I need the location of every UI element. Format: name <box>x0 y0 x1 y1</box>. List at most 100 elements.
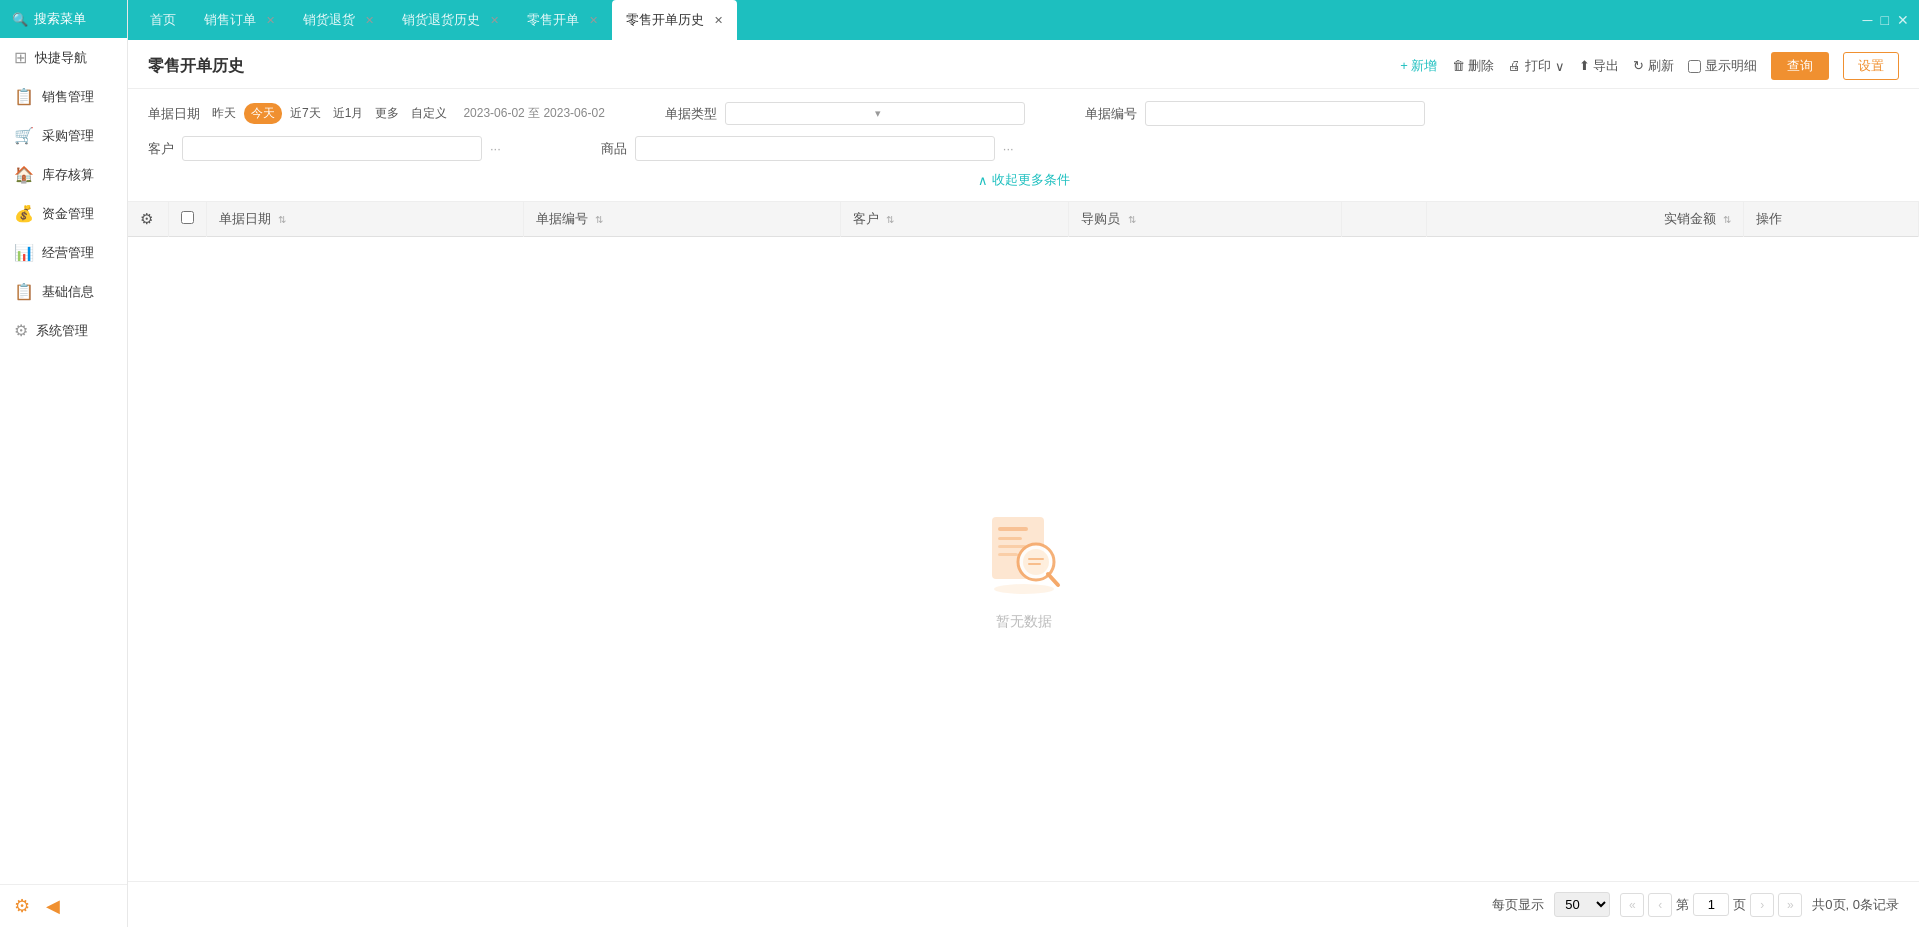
total-info: 共0页, 0条记录 <box>1812 896 1899 914</box>
tab-sales-return[interactable]: 销货退货 ✕ <box>289 0 388 40</box>
window-controls: ─ □ ✕ <box>1863 12 1909 28</box>
empty-icon <box>974 507 1074 597</box>
next-page-btn[interactable]: › <box>1750 893 1774 917</box>
tab-retail-open-history[interactable]: 零售开单历史 ✕ <box>612 0 737 40</box>
sys-icon: ⚙ <box>14 321 28 340</box>
window-maximize[interactable]: □ <box>1881 12 1889 28</box>
sidebar-search-btn[interactable]: 🔍 搜索菜单 <box>0 0 127 38</box>
date-yesterday[interactable]: 昨天 <box>208 104 240 123</box>
query-button[interactable]: 查询 <box>1771 52 1829 80</box>
page-suffix-label: 页 <box>1733 896 1746 914</box>
sidebar-item-ops-mgmt[interactable]: 📊 经营管理 <box>0 233 127 272</box>
th-no[interactable]: 单据编号 ⇅ <box>523 202 840 237</box>
bill-type-arrow-icon: ▾ <box>875 107 1016 120</box>
show-detail-checkbox-label[interactable]: 显示明细 <box>1688 57 1757 75</box>
svg-point-0 <box>994 584 1054 594</box>
tab-home[interactable]: 首页 <box>136 0 190 40</box>
add-button[interactable]: + 新增 <box>1400 57 1437 75</box>
date-today[interactable]: 今天 <box>244 103 282 124</box>
delete-button[interactable]: 🗑 删除 <box>1452 57 1495 75</box>
tab-sales-return-history[interactable]: 销货退货历史 ✕ <box>388 0 513 40</box>
page-number-input[interactable] <box>1693 893 1729 916</box>
th-amount-label: 实销金额 <box>1664 211 1716 226</box>
tab-sales-return-history-label: 销货退货历史 <box>402 11 480 29</box>
tab-retail-open[interactable]: 零售开单 ✕ <box>513 0 612 40</box>
tab-retail-open-close[interactable]: ✕ <box>589 14 598 27</box>
table-area: ⚙ 单据日期 ⇅ 单据编号 ⇅ <box>128 202 1919 881</box>
bill-type-select[interactable]: ▾ <box>725 102 1025 125</box>
bill-type-label: 单据类型 <box>665 105 717 123</box>
th-spacer <box>1341 202 1427 237</box>
sidebar-item-quick-nav[interactable]: ⊞ 快捷导航 <box>0 38 127 77</box>
window-close[interactable]: ✕ <box>1897 12 1909 28</box>
purchase-icon: 🛒 <box>14 126 34 145</box>
salesperson-sort-icon: ⇅ <box>1128 214 1136 225</box>
page-nav: « ‹ 第 页 › » <box>1620 893 1802 917</box>
ops-icon: 📊 <box>14 243 34 262</box>
export-button[interactable]: ⬆ 导出 <box>1579 57 1620 75</box>
customer-input[interactable] <box>182 136 482 161</box>
th-salesperson[interactable]: 导购员 ⇅ <box>1068 202 1341 237</box>
first-page-btn[interactable]: « <box>1620 893 1644 917</box>
tab-sales-order-close[interactable]: ✕ <box>266 14 275 27</box>
setting-button[interactable]: 设置 <box>1843 52 1899 80</box>
product-input[interactable] <box>635 136 995 161</box>
prev-page-btn[interactable]: ‹ <box>1648 893 1672 917</box>
table-gear-icon[interactable]: ⚙ <box>140 210 153 227</box>
date-last7[interactable]: 近7天 <box>286 104 325 123</box>
per-page-select[interactable]: 50 10 20 100 <box>1554 892 1610 917</box>
tab-retail-open-history-label: 零售开单历史 <box>626 11 704 29</box>
page-label: 第 <box>1676 896 1689 914</box>
tab-retail-open-history-close[interactable]: ✕ <box>714 14 723 27</box>
th-amount[interactable]: 实销金额 ⇅ <box>1427 202 1744 237</box>
th-customer[interactable]: 客户 ⇅ <box>840 202 1068 237</box>
th-customer-label: 客户 <box>853 211 879 226</box>
customer-filter: 客户 ··· <box>148 136 501 161</box>
customer-sort-icon: ⇅ <box>886 214 894 225</box>
toolbar: + 新增 🗑 删除 🖨 打印 ∨ ⬆ 导出 ↻ 刷新 显示明细 查询 设置 <box>1400 52 1899 80</box>
filter-row-1: 单据日期 昨天 今天 近7天 近1月 更多 自定义 2023-06-02 至 2… <box>148 101 1899 126</box>
svg-rect-5 <box>998 553 1018 556</box>
date-filter: 单据日期 昨天 今天 近7天 近1月 更多 自定义 2023-06-02 至 2… <box>148 103 605 124</box>
tab-sales-order[interactable]: 销售订单 ✕ <box>190 0 289 40</box>
main-area: 首页 销售订单 ✕ 销货退货 ✕ 销货退货历史 ✕ 零售开单 ✕ 零售开单历史 … <box>128 0 1919 927</box>
svg-point-7 <box>1023 549 1049 575</box>
date-last1m[interactable]: 近1月 <box>329 104 368 123</box>
product-dots[interactable]: ··· <box>1003 141 1014 156</box>
sidebar-item-label: 经营管理 <box>42 244 94 262</box>
sidebar-collapse-icon[interactable]: ◀ <box>46 895 60 917</box>
sidebar-item-label: 系统管理 <box>36 322 88 340</box>
sidebar-item-inventory[interactable]: 🏠 库存核算 <box>0 155 127 194</box>
svg-line-8 <box>1048 574 1058 585</box>
sidebar-item-sales-mgmt[interactable]: 📋 销售管理 <box>0 77 127 116</box>
sidebar-item-base-info[interactable]: 📋 基础信息 <box>0 272 127 311</box>
tab-sales-return-close[interactable]: ✕ <box>365 14 374 27</box>
th-salesperson-label: 导购员 <box>1081 211 1120 226</box>
date-more[interactable]: 更多 <box>371 104 403 123</box>
date-sort-icon: ⇅ <box>278 214 286 225</box>
svg-rect-3 <box>998 537 1022 540</box>
data-table: ⚙ 单据日期 ⇅ 单据编号 ⇅ <box>128 202 1919 237</box>
product-filter: 商品 ··· <box>601 136 1014 161</box>
window-minimize[interactable]: ─ <box>1863 12 1873 28</box>
tab-sales-return-history-close[interactable]: ✕ <box>490 14 499 27</box>
collapse-label: 收起更多条件 <box>992 171 1070 189</box>
bill-no-input[interactable] <box>1145 101 1425 126</box>
settings-gear-icon[interactable]: ⚙ <box>14 895 30 917</box>
sidebar-item-finance-mgmt[interactable]: 💰 资金管理 <box>0 194 127 233</box>
top-nav: 首页 销售订单 ✕ 销货退货 ✕ 销货退货历史 ✕ 零售开单 ✕ 零售开单历史 … <box>128 0 1919 40</box>
sidebar-item-sys-mgmt[interactable]: ⚙ 系统管理 <box>0 311 127 350</box>
select-all-checkbox[interactable] <box>181 211 194 224</box>
refresh-button[interactable]: ↻ 刷新 <box>1633 57 1674 75</box>
customer-dots[interactable]: ··· <box>490 141 501 156</box>
amount-sort-icon: ⇅ <box>1723 214 1731 225</box>
collapse-conditions-btn[interactable]: ∧ 收起更多条件 <box>148 171 1899 189</box>
th-date[interactable]: 单据日期 ⇅ <box>206 202 523 237</box>
print-button[interactable]: 🖨 打印 ∨ <box>1508 57 1565 75</box>
last-page-btn[interactable]: » <box>1778 893 1802 917</box>
svg-rect-4 <box>998 545 1026 548</box>
show-detail-checkbox[interactable] <box>1688 60 1701 73</box>
sidebar-item-purchase-mgmt[interactable]: 🛒 采购管理 <box>0 116 127 155</box>
date-custom[interactable]: 自定义 <box>407 104 451 123</box>
sidebar-item-label: 快捷导航 <box>35 49 87 67</box>
